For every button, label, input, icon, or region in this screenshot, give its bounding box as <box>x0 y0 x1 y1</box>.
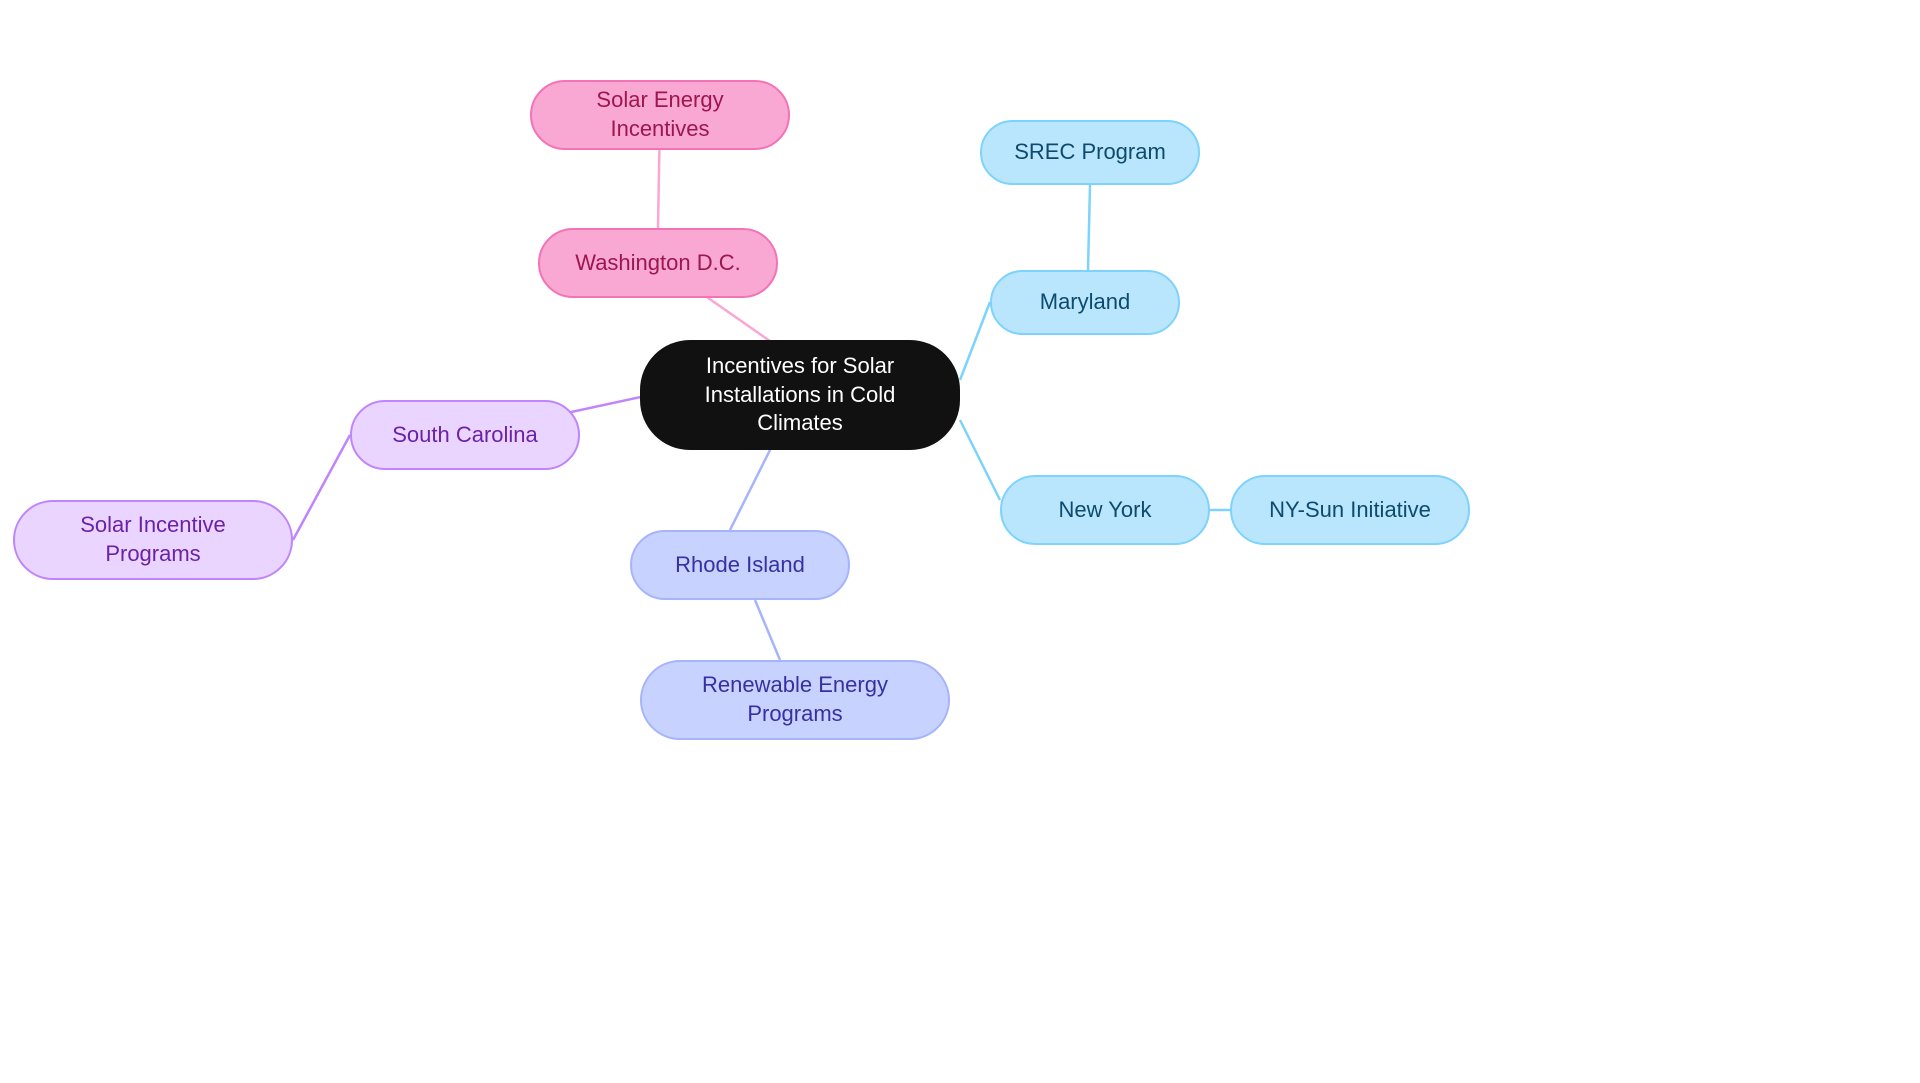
south-carolina-node[interactable]: South Carolina <box>350 400 580 470</box>
new-york-node[interactable]: New York <box>1000 475 1210 545</box>
solar-incentive-label: Solar Incentive Programs <box>43 511 263 568</box>
center-node-label: Incentives for Solar Installations in Co… <box>668 352 932 438</box>
washington-node[interactable]: Washington D.C. <box>538 228 778 298</box>
ny-sun-node[interactable]: NY-Sun Initiative <box>1230 475 1470 545</box>
washington-label: Washington D.C. <box>575 249 740 278</box>
south-carolina-label: South Carolina <box>392 421 538 450</box>
srec-label: SREC Program <box>1014 138 1166 167</box>
solar-energy-label: Solar Energy Incentives <box>560 86 760 143</box>
srec-node[interactable]: SREC Program <box>980 120 1200 185</box>
solar-incentive-node[interactable]: Solar Incentive Programs <box>13 500 293 580</box>
center-node[interactable]: Incentives for Solar Installations in Co… <box>640 340 960 450</box>
solar-energy-node[interactable]: Solar Energy Incentives <box>530 80 790 150</box>
new-york-label: New York <box>1059 496 1152 525</box>
renewable-node[interactable]: Renewable Energy Programs <box>640 660 950 740</box>
maryland-label: Maryland <box>1040 288 1130 317</box>
ny-sun-label: NY-Sun Initiative <box>1269 496 1431 525</box>
rhode-island-node[interactable]: Rhode Island <box>630 530 850 600</box>
maryland-node[interactable]: Maryland <box>990 270 1180 335</box>
renewable-label: Renewable Energy Programs <box>670 671 920 728</box>
rhode-island-label: Rhode Island <box>675 551 805 580</box>
